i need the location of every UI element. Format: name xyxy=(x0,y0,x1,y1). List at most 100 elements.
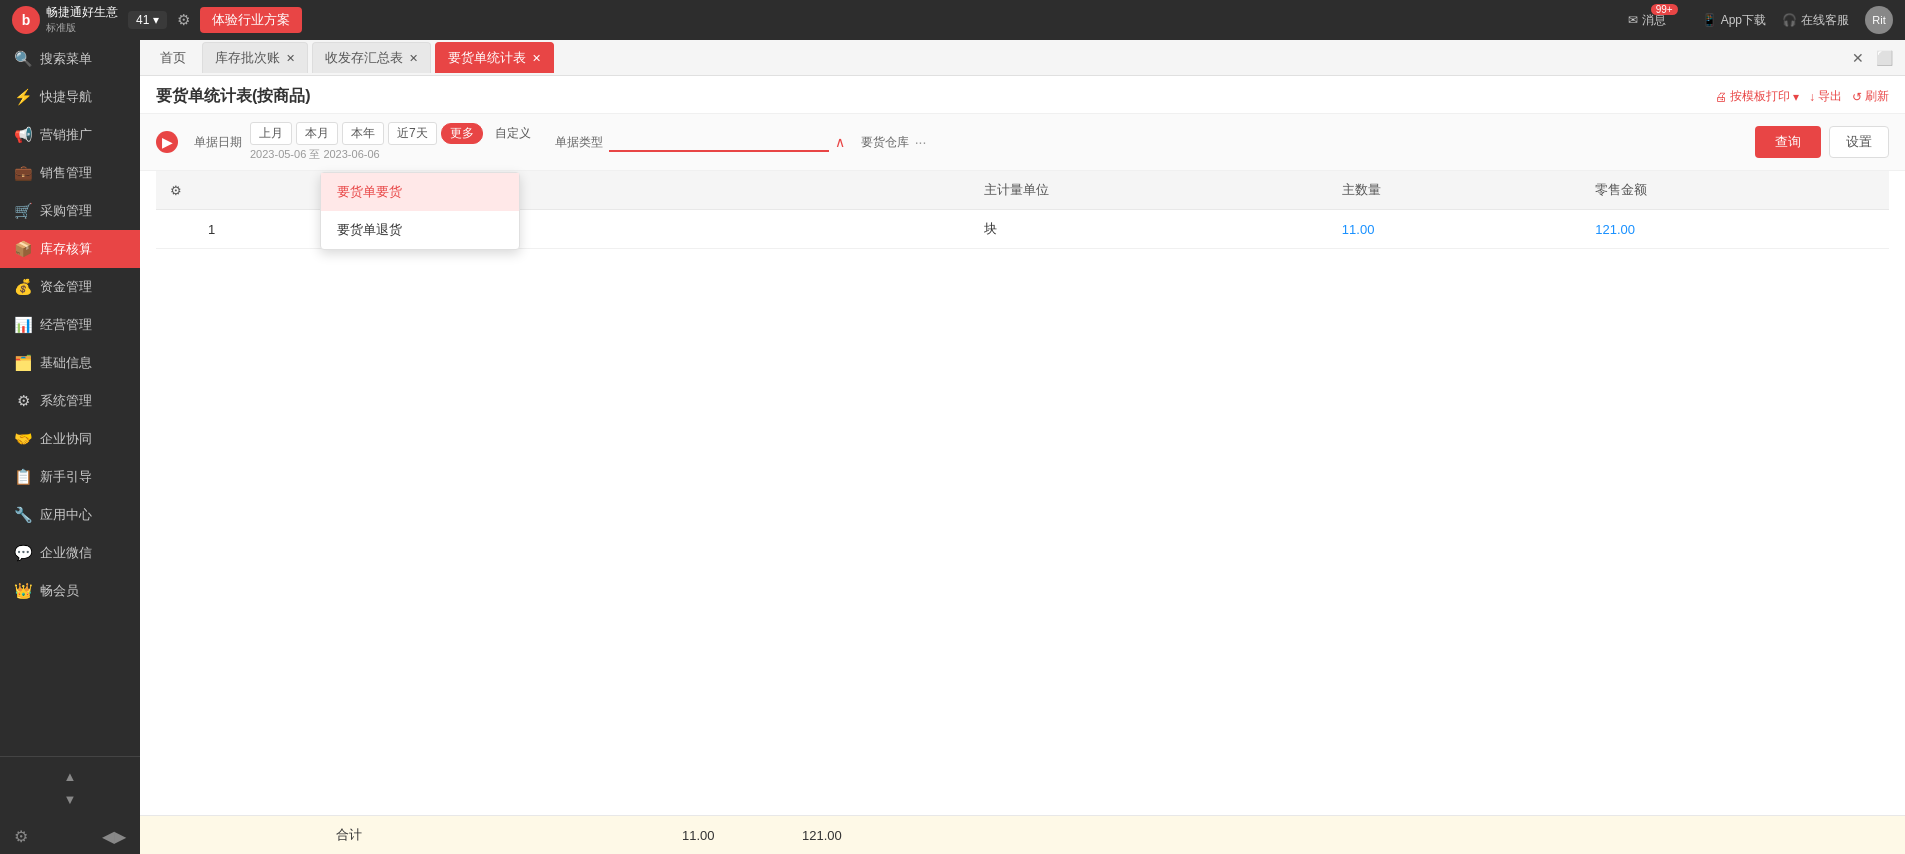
sidebar-item-cooperation[interactable]: 🤝企业协同 xyxy=(0,420,140,458)
date-curr-month-btn[interactable]: 本月 xyxy=(296,122,338,145)
sidebar-scroll-down-btn[interactable]: ▼ xyxy=(0,788,140,811)
tabs-bar: 首页库存批次账✕收发存汇总表✕要货单统计表✕ ✕ ⬜ xyxy=(140,40,1905,76)
sidebar-item-apps[interactable]: 🔧应用中心 xyxy=(0,496,140,534)
avatar[interactable]: Rit xyxy=(1865,6,1893,34)
sidebar-item-purchase[interactable]: 🛒采购管理 xyxy=(0,192,140,230)
sidebar-label-system: 系统管理 xyxy=(40,392,92,410)
brand-sub: 标准版 xyxy=(46,21,118,35)
date-7days-btn[interactable]: 近7天 xyxy=(388,122,437,145)
trial-button[interactable]: 体验行业方案 xyxy=(200,7,302,33)
refresh-btn[interactable]: ↺ 刷新 xyxy=(1852,88,1889,105)
chevron-down-icon: ▾ xyxy=(153,13,159,27)
dropdown-item-order[interactable]: 要货单要货 xyxy=(321,173,519,211)
date-curr-year-btn[interactable]: 本年 xyxy=(342,122,384,145)
sidebar-item-operation[interactable]: 📊 经营管理 xyxy=(0,306,140,344)
tab-label-inventory-batch: 库存批次账 xyxy=(215,49,280,67)
settings-btn[interactable]: 设置 xyxy=(1829,126,1889,158)
sidebar-bottom: ▲ ▼ xyxy=(0,756,140,819)
online-service-btn[interactable]: 🎧 在线客服 xyxy=(1782,12,1849,29)
store-selector[interactable]: 41 ▾ xyxy=(128,11,167,29)
row-quantity: 11.00 xyxy=(1330,210,1583,249)
sidebar-item-wechat[interactable]: 💬企业微信 xyxy=(0,534,140,572)
dropdown-item-return[interactable]: 要货单退货 xyxy=(321,211,519,249)
th-index xyxy=(196,171,322,210)
footer-amount: 121.00 xyxy=(802,828,922,843)
download-icon: 📱 xyxy=(1702,13,1717,27)
type-dropdown-menu: 要货单要货 要货单退货 xyxy=(320,172,520,250)
sidebar-item-finance[interactable]: 💰资金管理 xyxy=(0,268,140,306)
tab-label-home: 首页 xyxy=(160,49,186,67)
print-icon: 🖨 xyxy=(1715,90,1727,104)
app-download-label: App下载 xyxy=(1721,12,1766,29)
logo-area: b 畅捷通好生意 标准版 xyxy=(12,5,118,35)
marketing-icon: 📢 xyxy=(14,126,32,144)
th-settings[interactable]: ⚙ xyxy=(156,171,196,210)
top-header: b 畅捷通好生意 标准版 41 ▾ ⚙ 体验行业方案 ✉ 消息 99+ 📱 Ap… xyxy=(0,0,1905,40)
date-filter-group: 单据日期 上月 本月 本年 近7天 更多 自定义 2023-05-06 至 20… xyxy=(194,122,539,162)
sidebar-label-basic: 基础信息 xyxy=(40,354,92,372)
sales-icon: 💼 xyxy=(14,164,32,182)
sidebar-label-cooperation: 企业协同 xyxy=(40,430,92,448)
warehouse-more-btn[interactable]: ··· xyxy=(915,134,927,150)
message-icon: ✉ xyxy=(1628,13,1638,27)
tab-home[interactable]: 首页 xyxy=(148,43,198,73)
date-range-text: 2023-05-06 至 2023-06-06 xyxy=(250,147,539,162)
sidebar-item-search[interactable]: 🔍搜索菜单 xyxy=(0,40,140,78)
sidebar-label-operation: 经营管理 xyxy=(40,316,92,334)
tab-receivable-summary[interactable]: 收发存汇总表✕ xyxy=(312,42,431,73)
sidebar-item-basic[interactable]: 🗂️ 基础信息 xyxy=(0,344,140,382)
print-btn[interactable]: 🖨 按模板打印 ▾ xyxy=(1715,88,1799,105)
type-input[interactable] xyxy=(609,132,829,152)
table-footer: 合计 11.00 121.00 xyxy=(140,815,1905,854)
app-download-btn[interactable]: 📱 App下载 xyxy=(1702,12,1766,29)
sidebar-item-shortcut[interactable]: ⚡快捷导航 xyxy=(0,78,140,116)
query-btn[interactable]: 查询 xyxy=(1755,126,1821,158)
sidebar-label-marketing: 营销推广 xyxy=(40,126,92,144)
message-btn[interactable]: ✉ 消息 99+ xyxy=(1628,12,1666,29)
page-content: 要货单统计表(按商品) 🖨 按模板打印 ▾ ↓ 导出 ↺ 刷新 xyxy=(140,76,1905,854)
gear-icon[interactable]: ⚙ xyxy=(177,11,190,29)
tab-close-order-stats[interactable]: ✕ xyxy=(532,52,541,65)
refresh-icon: ↺ xyxy=(1852,90,1862,104)
th-unit: 主计量单位 xyxy=(972,171,1330,210)
filter-bar: ▶ 单据日期 上月 本月 本年 近7天 更多 自定义 2023-05-06 至 … xyxy=(140,114,1905,171)
wechat-icon: 💬 xyxy=(14,544,32,562)
date-more-btn[interactable]: 更多 xyxy=(441,123,483,144)
system-icon: ⚙ xyxy=(14,392,32,410)
brand-name: 畅捷通好生意 xyxy=(46,5,118,21)
logo-text: 畅捷通好生意 标准版 xyxy=(46,5,118,35)
page-title: 要货单统计表(按商品) xyxy=(156,86,311,107)
basic-icon: 🗂️ xyxy=(14,354,32,372)
sidebar-item-guide[interactable]: 📋新手引导 xyxy=(0,458,140,496)
sidebar-item-inventory[interactable]: 📦库存核算 xyxy=(0,230,140,268)
settings-icon[interactable]: ⚙ xyxy=(14,827,28,846)
type-filter-group: 单据类型 ∧ xyxy=(555,132,845,152)
tab-inventory-batch[interactable]: 库存批次账 ✕ xyxy=(202,42,308,73)
page-header-actions: 🖨 按模板打印 ▾ ↓ 导出 ↺ 刷新 xyxy=(1715,88,1889,105)
content-area: 首页库存批次账✕收发存汇总表✕要货单统计表✕ ✕ ⬜ 要货单统计表(按商品) 🖨… xyxy=(140,40,1905,854)
refresh-label: 刷新 xyxy=(1865,88,1889,105)
date-custom-btn[interactable]: 自定义 xyxy=(487,123,539,144)
tab-label-order-stats: 要货单统计表 xyxy=(448,49,526,67)
sidebar-item-system[interactable]: ⚙ 系统管理 xyxy=(0,382,140,420)
sidebar-label-purchase: 采购管理 xyxy=(40,202,92,220)
close-window-btn[interactable]: ✕ xyxy=(1848,46,1868,70)
operation-icon: 📊 xyxy=(14,316,32,334)
maximize-btn[interactable]: ⬜ xyxy=(1872,46,1897,70)
filter-collapse-btn[interactable]: ▶ xyxy=(156,131,178,153)
date-prev-month-btn[interactable]: 上月 xyxy=(250,122,292,145)
type-dropdown-btn[interactable]: ∧ xyxy=(835,134,845,150)
sidebar-item-sales[interactable]: 💼销售管理 xyxy=(0,154,140,192)
export-btn[interactable]: ↓ 导出 xyxy=(1809,88,1842,105)
date-shortcuts: 上月 本月 本年 近7天 更多 自定义 xyxy=(250,122,539,145)
tab-order-stats[interactable]: 要货单统计表 ✕ xyxy=(435,42,554,73)
sidebar-item-marketing[interactable]: 📢 营销推广 xyxy=(0,116,140,154)
th-quantity: 主数量 xyxy=(1330,171,1583,210)
collapse-icon[interactable]: ◀▶ xyxy=(102,827,126,846)
sidebar-scroll-up-btn[interactable]: ▲ xyxy=(0,765,140,788)
print-label: 按模板打印 xyxy=(1730,88,1790,105)
tab-close-inventory-batch[interactable]: ✕ xyxy=(286,52,295,65)
tab-close-receivable-summary[interactable]: ✕ xyxy=(409,52,418,65)
sidebar-item-member[interactable]: 👑畅会员 xyxy=(0,572,140,610)
store-name: 41 xyxy=(136,13,149,27)
